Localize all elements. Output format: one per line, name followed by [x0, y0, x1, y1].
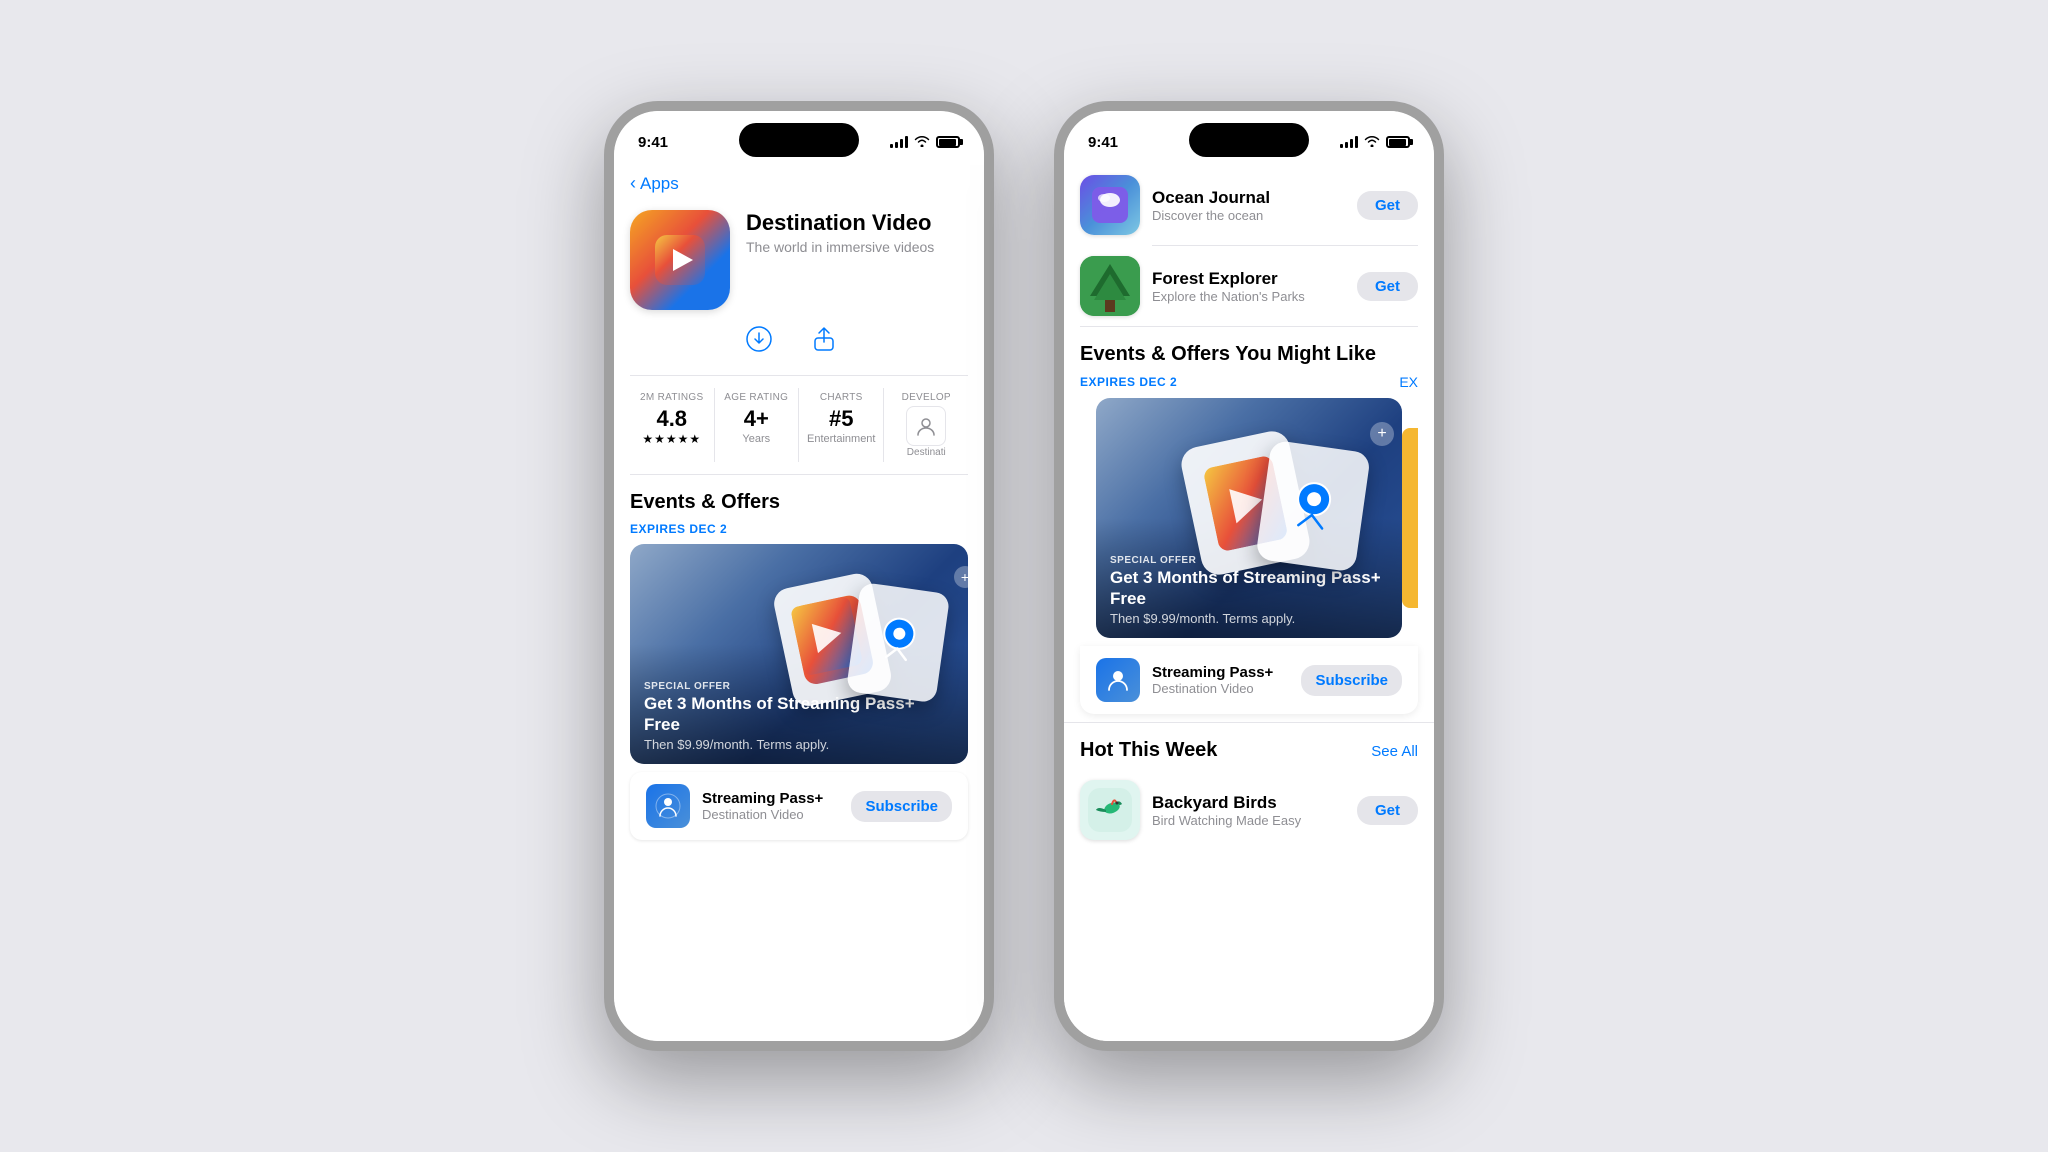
streaming-icon-right [1096, 658, 1140, 702]
developer-icon [906, 406, 946, 446]
streaming-app-name: Destination Video [702, 807, 839, 822]
streaming-app-icon [646, 784, 690, 828]
ratings-row: 2M RATINGS 4.8 ★★★★★ AGE RATING 4+ Years… [614, 376, 984, 474]
charts-value: #5 [829, 406, 853, 432]
age-sub: Years [742, 433, 770, 445]
dynamic-island-right [1189, 123, 1309, 157]
expires-label: EXPIRES DEC 2 [614, 518, 984, 544]
streaming-name: Streaming Pass+ [702, 790, 839, 807]
phone-left: 9:41 [604, 101, 994, 1051]
ocean-journal-item: Ocean Journal Discover the ocean Get [1064, 165, 1434, 245]
ocean-icon [1080, 175, 1140, 235]
phone-right: 9:41 [1054, 101, 1444, 1051]
back-chevron-icon: ‹ [630, 173, 636, 194]
ocean-name: Ocean Journal [1152, 188, 1345, 208]
expires-more: EX [1399, 374, 1418, 390]
screen-content-right: Ocean Journal Discover the ocean Get [1064, 165, 1434, 1041]
events-title-right: Events & Offers You Might Like [1064, 327, 1434, 370]
developer-info: DEVELOP Destinati [884, 388, 968, 462]
events-title: Events & Offers [614, 475, 984, 518]
plus-badge-right: + [1370, 422, 1394, 446]
dev-label: DEVELOP [902, 392, 951, 403]
app-header: Destination Video The world in immersive… [614, 198, 984, 375]
age-label: AGE RATING [724, 392, 788, 403]
stars: ★★★★★ [642, 432, 701, 446]
forest-get-button[interactable]: Get [1357, 272, 1418, 301]
ocean-get-button[interactable]: Get [1357, 191, 1418, 220]
event-card-right-wrapper: + SPECIAL OFFER Get 3 Months of Streamin… [1080, 398, 1418, 638]
streaming-info: Streaming Pass+ Destination Video [702, 790, 839, 822]
event-price: Then $9.99/month. Terms apply. [644, 737, 954, 752]
back-label[interactable]: Apps [640, 174, 679, 194]
app-actions [630, 326, 836, 359]
partial-card-hint [1402, 428, 1418, 608]
back-navigation[interactable]: ‹ Apps [614, 165, 984, 198]
streaming-row-right: Streaming Pass+ Destination Video Subscr… [1080, 646, 1418, 714]
backyard-name: Backyard Birds [1152, 793, 1345, 813]
event-title: Get 3 Months of Streaming Pass+ Free [644, 694, 954, 735]
event-card-right[interactable]: + SPECIAL OFFER Get 3 Months of Streamin… [1096, 398, 1402, 638]
forest-icon [1080, 256, 1140, 316]
streaming-info-right: Streaming Pass+ Destination Video [1152, 664, 1289, 696]
hot-section-header: Hot This Week See All [1064, 723, 1434, 770]
forest-explorer-item: Forest Explorer Explore the Nation's Par… [1064, 246, 1434, 326]
dynamic-island-left [739, 123, 859, 157]
subscribe-button[interactable]: Subscribe [851, 791, 952, 822]
charts-sub: Entertainment [807, 433, 875, 445]
charts-rating: CHARTS #5 Entertainment [799, 388, 884, 462]
backyard-desc: Bird Watching Made Easy [1152, 813, 1345, 828]
streaming-row: Streaming Pass+ Destination Video Subscr… [630, 772, 968, 840]
download-icon[interactable] [746, 326, 772, 359]
dev-name: Destinati [907, 447, 946, 458]
hot-title: Hot This Week [1080, 739, 1217, 762]
battery-icon-right [1386, 136, 1410, 148]
subscribe-button-right[interactable]: Subscribe [1301, 665, 1402, 696]
age-value: 4+ [744, 406, 769, 432]
screen-content-left: ‹ Apps [614, 165, 984, 1041]
plus-badge: + [954, 566, 968, 588]
status-icons-right [1340, 135, 1410, 150]
streaming-name-right: Streaming Pass+ [1152, 664, 1289, 681]
location-pin-icon [876, 614, 921, 671]
time-right: 9:41 [1088, 134, 1118, 151]
wifi-icon-right [1364, 135, 1380, 150]
app-icon-destination [630, 210, 730, 310]
charts-label: CHARTS [820, 392, 863, 403]
app-title-section: Destination Video The world in immersive… [746, 210, 968, 255]
signal-icon-right [1340, 136, 1358, 148]
wifi-icon [914, 135, 930, 150]
backyard-get-button[interactable]: Get [1357, 796, 1418, 825]
see-all-link[interactable]: See All [1371, 743, 1418, 760]
ratings-label: 2M RATINGS [640, 392, 703, 403]
battery-icon [936, 136, 960, 148]
event-title-right: Get 3 Months of Streaming Pass+ Free [1110, 568, 1388, 609]
forest-info: Forest Explorer Explore the Nation's Par… [1152, 269, 1345, 304]
share-icon[interactable] [812, 326, 836, 359]
event-price-right: Then $9.99/month. Terms apply. [1110, 611, 1388, 626]
app-title: Destination Video [746, 210, 968, 236]
expires-label-right: EXPIRES DEC 2 [1080, 375, 1177, 389]
event-card[interactable]: + SPECIAL OFFER Get 3 Months of Streamin… [630, 544, 968, 764]
ocean-desc: Discover the ocean [1152, 208, 1345, 223]
streaming-app-right: Destination Video [1152, 681, 1289, 696]
ocean-info: Ocean Journal Discover the ocean [1152, 188, 1345, 223]
age-rating: AGE RATING 4+ Years [715, 388, 800, 462]
backyard-birds-item: Backyard Birds Bird Watching Made Easy G… [1064, 770, 1434, 850]
signal-icon [890, 136, 908, 148]
forest-desc: Explore the Nation's Parks [1152, 289, 1345, 304]
forest-name: Forest Explorer [1152, 269, 1345, 289]
backyard-icon [1080, 780, 1140, 840]
status-icons-left [890, 135, 960, 150]
rating-count: 2M RATINGS 4.8 ★★★★★ [630, 388, 715, 462]
ratings-value: 4.8 [656, 406, 687, 432]
app-subtitle: The world in immersive videos [746, 239, 968, 255]
backyard-info: Backyard Birds Bird Watching Made Easy [1152, 793, 1345, 828]
time-left: 9:41 [638, 134, 668, 151]
